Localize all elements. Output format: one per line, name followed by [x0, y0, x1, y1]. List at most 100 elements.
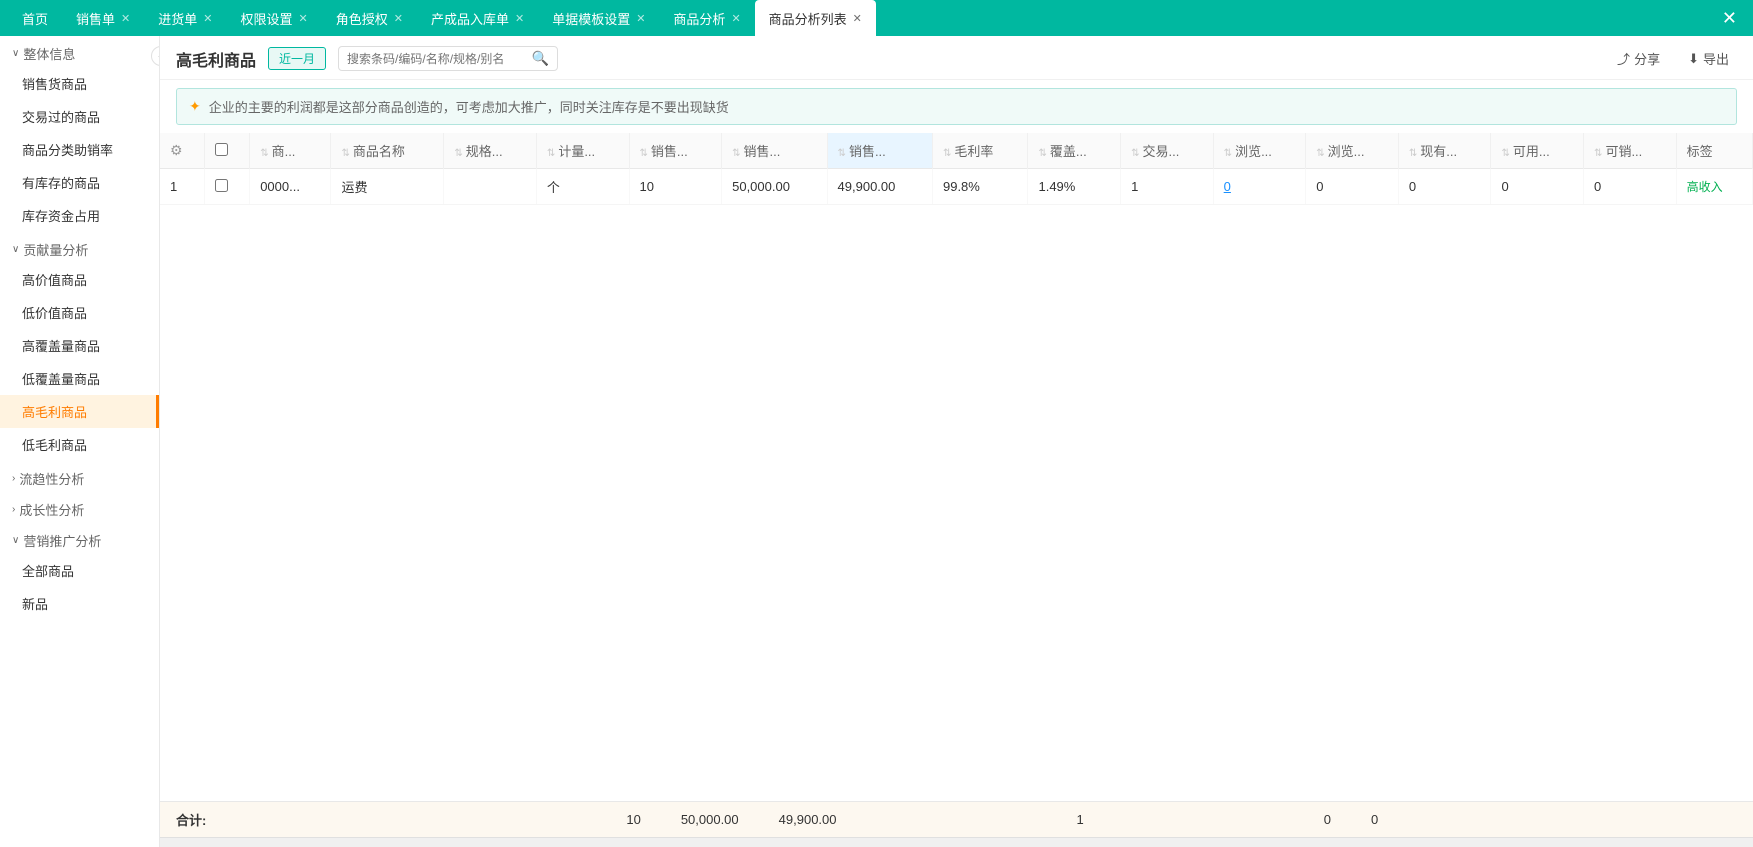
close-template-icon[interactable]: ✕	[636, 12, 645, 25]
sidebar-section-trend[interactable]: › 流趋性分析	[0, 461, 159, 492]
close-product-in-icon[interactable]: ✕	[515, 12, 524, 25]
horizontal-scrollbar[interactable]	[160, 837, 1753, 847]
cell-sales-amt: 50,000.00	[722, 169, 827, 205]
close-purchase-icon[interactable]: ✕	[203, 12, 212, 25]
col-gear[interactable]: ⚙	[160, 133, 204, 169]
sidebar-section-contribution[interactable]: ∨ 贡献量分析	[0, 232, 159, 263]
nav-goods-analysis[interactable]: 商品分析 ✕	[659, 0, 754, 36]
row-checkbox[interactable]	[215, 179, 228, 192]
cell-view2: 0	[1306, 169, 1399, 205]
cell-tag: 高收入	[1676, 169, 1752, 205]
sidebar: « ∨ 整体信息 销售货商品 交易过的商品 商品分类助销率 有库存的商品 库存资…	[0, 36, 160, 847]
search-icon[interactable]: 🔍	[532, 50, 549, 67]
sidebar-item-high-coverage[interactable]: 高覆盖量商品	[0, 329, 159, 362]
info-banner: ✦ 企业的主要的利润都是这部分商品创造的，可考虑加大推广，同时关注库存是不要出现…	[176, 88, 1737, 125]
settings-icon[interactable]: ⚙	[170, 142, 183, 158]
sidebar-item-high-value[interactable]: 高价值商品	[0, 263, 159, 296]
nav-home[interactable]: 首页	[8, 0, 62, 36]
select-all-checkbox[interactable]	[215, 143, 228, 156]
sidebar-item-all-goods[interactable]: 全部商品	[0, 554, 159, 587]
cell-spec	[444, 169, 537, 205]
section-arrow-marketing: ∨	[12, 535, 19, 546]
section-arrow-contribution: ∨	[12, 244, 19, 255]
col-sales-cost[interactable]: 销售...	[827, 133, 932, 169]
export-icon: ⬇	[1688, 51, 1699, 67]
table-header-row: ⚙ 商... 商品名称 规格... 计量... 销售... 销售... 销售..…	[160, 133, 1753, 169]
sidebar-item-sales-goods[interactable]: 销售货商品	[0, 67, 159, 100]
nav-product-in[interactable]: 产成品入库单 ✕	[417, 0, 538, 36]
table-footer: 合计: 10 50,000.00 49,900.00 1 0 0	[160, 801, 1753, 837]
cell-coverage: 1.49%	[1028, 169, 1121, 205]
col-unit[interactable]: 计量...	[536, 133, 629, 169]
sidebar-item-low-coverage[interactable]: 低覆盖量商品	[0, 362, 159, 395]
close-goods-analysis-icon[interactable]: ✕	[731, 12, 740, 25]
col-tag: 标签	[1676, 133, 1752, 169]
content-header: 高毛利商品 近一月 🔍 ⤴ 分享 ⬇ 导出	[160, 36, 1753, 80]
nav-permission[interactable]: 权限设置 ✕	[226, 0, 321, 36]
sidebar-item-high-margin[interactable]: 高毛利商品	[0, 395, 159, 428]
cell-gross-rate: 99.8%	[932, 169, 1028, 205]
footer-sales-qty: 10	[606, 812, 660, 827]
sidebar-item-traded-goods[interactable]: 交易过的商品	[0, 100, 159, 133]
sidebar-item-new-goods[interactable]: 新品	[0, 587, 159, 620]
col-view1[interactable]: 浏览...	[1213, 133, 1306, 169]
footer-sales-cost: 49,900.00	[759, 812, 857, 827]
info-icon: ✦	[189, 98, 201, 115]
content-area: 高毛利商品 近一月 🔍 ⤴ 分享 ⬇ 导出 ✦ 企业的主要的利润都是这部分商品创…	[160, 36, 1753, 847]
close-permission-icon[interactable]: ✕	[299, 12, 308, 25]
nav-sales[interactable]: 销售单 ✕	[62, 0, 144, 36]
cell-name: 运费	[331, 169, 444, 205]
cell-stock3: 0	[1584, 169, 1677, 205]
close-goods-analysis-list-icon[interactable]: ✕	[853, 12, 862, 25]
nav-goods-analysis-list[interactable]: 商品分析列表 ✕	[755, 0, 876, 36]
cell-sales-cost: 49,900.00	[827, 169, 932, 205]
page-title: 高毛利商品	[176, 47, 256, 71]
sidebar-item-low-margin[interactable]: 低毛利商品	[0, 428, 159, 461]
col-gross-rate[interactable]: 毛利率	[932, 133, 1028, 169]
cell-view1[interactable]: 0	[1213, 169, 1306, 205]
sidebar-item-stock-capital[interactable]: 库存资金占用	[0, 199, 159, 232]
sidebar-item-category-assist[interactable]: 商品分类助销率	[0, 133, 159, 166]
cell-trades: 1	[1121, 169, 1214, 205]
section-arrow-trend: ›	[12, 473, 15, 484]
sidebar-section-growth[interactable]: › 成长性分析	[0, 492, 159, 523]
footer-stock2: 0	[1304, 812, 1351, 827]
col-code[interactable]: 商...	[250, 133, 331, 169]
main-layout: « ∨ 整体信息 销售货商品 交易过的商品 商品分类助销率 有库存的商品 库存资…	[0, 36, 1753, 847]
col-coverage[interactable]: 覆盖...	[1028, 133, 1121, 169]
search-box: 🔍	[338, 46, 558, 71]
col-stock1[interactable]: 现有...	[1398, 133, 1491, 169]
col-name[interactable]: 商品名称	[331, 133, 444, 169]
close-role-icon[interactable]: ✕	[394, 12, 403, 25]
nav-template[interactable]: 单据模板设置 ✕	[538, 0, 659, 36]
table-row: 1 0000... 运费 个 10 50,000.00 49,900.00 99…	[160, 169, 1753, 205]
export-button[interactable]: ⬇ 导出	[1680, 47, 1737, 70]
close-sales-icon[interactable]: ✕	[121, 12, 130, 25]
sidebar-section-marketing[interactable]: ∨ 营销推广分析	[0, 523, 159, 554]
nav-role[interactable]: 角色授权 ✕	[322, 0, 417, 36]
window-close-icon[interactable]: ✕	[1714, 8, 1745, 29]
col-trades[interactable]: 交易...	[1121, 133, 1214, 169]
cell-checkbox[interactable]	[204, 169, 249, 205]
col-spec[interactable]: 规格...	[444, 133, 537, 169]
nav-purchase[interactable]: 进货单 ✕	[144, 0, 226, 36]
sidebar-item-in-stock[interactable]: 有库存的商品	[0, 166, 159, 199]
col-view2[interactable]: 浏览...	[1306, 133, 1399, 169]
cell-code: 0000...	[250, 169, 331, 205]
section-arrow-growth: ›	[12, 504, 15, 515]
search-input[interactable]	[347, 52, 526, 66]
share-button[interactable]: ⤴ 分享	[1609, 47, 1668, 70]
footer-sales-amt: 50,000.00	[661, 812, 759, 827]
footer-stock3: 0	[1351, 812, 1398, 827]
filter-recent-month-button[interactable]: 近一月	[268, 47, 326, 70]
col-stock3[interactable]: 可销...	[1584, 133, 1677, 169]
col-checkbox	[204, 133, 249, 169]
col-stock2[interactable]: 可用...	[1491, 133, 1584, 169]
col-sales-amt[interactable]: 销售...	[722, 133, 827, 169]
col-sales-qty[interactable]: 销售...	[629, 133, 722, 169]
cell-stock1: 0	[1398, 169, 1491, 205]
footer-label: 合计:	[176, 810, 206, 829]
sidebar-item-low-value[interactable]: 低价值商品	[0, 296, 159, 329]
section-arrow-overall: ∨	[12, 48, 19, 59]
sidebar-section-overall[interactable]: ∨ 整体信息	[0, 36, 159, 67]
